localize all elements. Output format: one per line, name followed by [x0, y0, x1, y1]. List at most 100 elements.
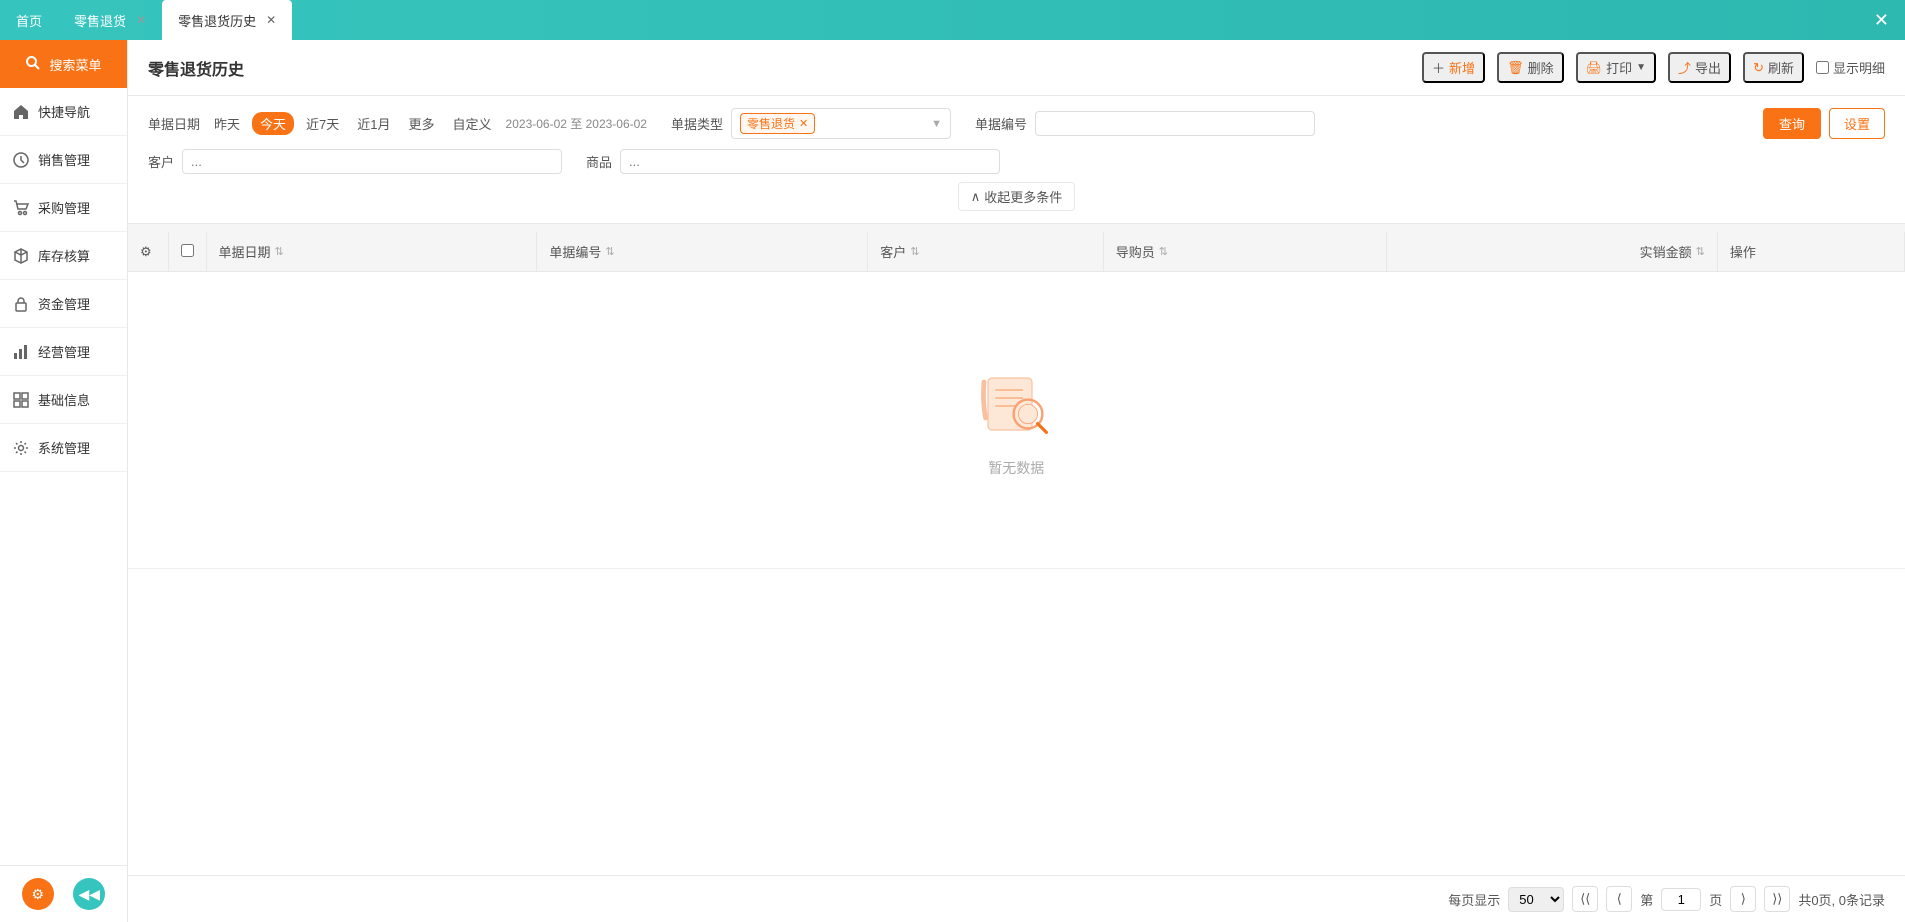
select-all-checkbox[interactable] — [181, 244, 194, 257]
sidebar: 搜索菜单 快捷导航 销售管理 采购管理 库存核算 — [0, 40, 128, 922]
next-page-button[interactable]: ⟩ — [1730, 886, 1756, 912]
date-range-value: 2023-06-02 至 2023-06-02 — [506, 115, 647, 132]
date-filter-options: 昨天 今天 近7天 近1月 更多 自定义 — [208, 112, 498, 135]
show-detail-toggle[interactable]: 显示明细 — [1816, 58, 1885, 77]
sidebar-item-quick-nav[interactable]: 快捷导航 — [0, 88, 127, 136]
filter-row-2: 客户 商品 — [148, 149, 1885, 174]
collapse-container: ∧ 收起更多条件 — [148, 178, 1885, 211]
tab-retail-return-label: 零售退货 — [74, 11, 126, 30]
sidebar-item-finance[interactable]: 资金管理 — [0, 280, 127, 328]
col-header-checkbox — [168, 232, 206, 272]
sort-customer[interactable]: 客户 ⇅ — [880, 242, 1091, 261]
customer-input[interactable] — [182, 149, 562, 174]
print-chevron-icon: ▼ — [1636, 62, 1646, 73]
search-icon — [25, 55, 41, 74]
query-button[interactable]: 查询 — [1763, 108, 1821, 139]
date-opt-today[interactable]: 今天 — [252, 112, 294, 135]
data-table: ⚙ 单据日期 ⇅ 单据编号 — [128, 232, 1905, 569]
col-operation-label: 操作 — [1730, 245, 1756, 260]
doc-number-input[interactable] — [1035, 111, 1315, 136]
sidebar-item-sales-mgmt[interactable]: 销售管理 — [0, 136, 127, 184]
last-page-button[interactable]: ⟩⟩ — [1764, 886, 1790, 912]
doc-type-filter-item: 单据类型 零售退货 ✕ ▼ — [671, 108, 951, 139]
tab-retail-return-history-close[interactable]: ✕ — [266, 13, 276, 27]
refresh-label: 刷新 — [1768, 58, 1794, 77]
sort-guide[interactable]: 导购员 ⇅ — [1116, 242, 1374, 261]
tab-retail-return-history-label: 零售退货历史 — [178, 11, 256, 30]
sidebar-item-system[interactable]: 系统管理 — [0, 424, 127, 472]
export-label: 导出 — [1695, 58, 1721, 77]
page-number-input[interactable] — [1661, 888, 1701, 911]
col-header-settings: ⚙ — [128, 232, 168, 272]
date-opt-yesterday[interactable]: 昨天 — [208, 112, 246, 135]
doc-type-label: 单据类型 — [671, 114, 723, 133]
doc-type-select[interactable]: 零售退货 ✕ ▼ — [731, 108, 951, 139]
refresh-button[interactable]: ↻ 刷新 — [1743, 52, 1804, 83]
page-label: 第 — [1640, 890, 1653, 909]
per-page-select[interactable]: 50 10 20 100 — [1508, 887, 1564, 912]
window-close-button[interactable]: ✕ — [1874, 11, 1889, 29]
doc-type-chevron-icon: ▼ — [931, 118, 942, 130]
new-label: 新增 — [1449, 58, 1475, 77]
sort-doc-date[interactable]: 单据日期 ⇅ — [219, 242, 525, 261]
settings-icon — [12, 439, 30, 457]
sort-amount[interactable]: 实销金额 ⇅ — [1399, 242, 1705, 261]
col-header-doc-date: 单据日期 ⇅ — [206, 232, 537, 272]
col-doc-number-label: 单据编号 — [549, 242, 601, 261]
delete-label: 删除 — [1528, 58, 1554, 77]
sidebar-search-label: 搜索菜单 — [49, 55, 101, 74]
sidebar-item-label: 销售管理 — [38, 150, 90, 169]
audio-button[interactable]: ◀◀ — [73, 878, 105, 910]
bar-icon — [12, 343, 30, 361]
per-page-label: 每页显示 — [1448, 890, 1500, 909]
sidebar-item-inventory[interactable]: 库存核算 — [0, 232, 127, 280]
empty-state: 暂无数据 — [140, 282, 1893, 558]
doc-number-filter-item: 单据编号 — [975, 111, 1315, 136]
delete-button[interactable]: 🗑 删除 — [1497, 52, 1564, 83]
tab-retail-return-history[interactable]: 零售退货历史 ✕ — [162, 0, 292, 40]
col-header-customer: 客户 ⇅ — [868, 232, 1104, 272]
date-opt-1month[interactable]: 近1月 — [351, 112, 396, 135]
sort-doc-number[interactable]: 单据编号 ⇅ — [549, 242, 855, 261]
plus-icon: ＋ — [1432, 58, 1445, 77]
show-detail-checkbox[interactable] — [1816, 61, 1829, 74]
settings-button[interactable]: 设置 — [1829, 108, 1885, 139]
export-button[interactable]: ⤴ 导出 — [1668, 52, 1731, 83]
col-header-guide: 导购员 ⇅ — [1103, 232, 1386, 272]
goods-input[interactable] — [620, 149, 1000, 174]
tab-home[interactable]: 首页 — [0, 0, 58, 40]
tab-retail-return[interactable]: 零售退货 ✕ — [58, 0, 162, 40]
sidebar-item-operations[interactable]: 经营管理 — [0, 328, 127, 376]
doc-number-label: 单据编号 — [975, 114, 1027, 133]
date-opt-more[interactable]: 更多 — [403, 112, 441, 135]
gear-th-icon[interactable]: ⚙ — [140, 244, 152, 259]
grid-icon — [12, 391, 30, 409]
empty-illustration — [976, 362, 1056, 442]
date-opt-7days[interactable]: 近7天 — [300, 112, 345, 135]
sidebar-item-purchase-mgmt[interactable]: 采购管理 — [0, 184, 127, 232]
content-area: 零售退货历史 ＋ 新增 🗑 删除 🖨 打印 ▼ ⤴ 导出 — [128, 40, 1905, 922]
empty-state-cell: 暂无数据 — [128, 272, 1905, 569]
customer-filter-item: 客户 — [148, 149, 562, 174]
page-summary: 共0页, 0条记录 — [1798, 890, 1885, 909]
sidebar-search[interactable]: 搜索菜单 — [0, 40, 127, 88]
table-container: ⚙ 单据日期 ⇅ 单据编号 — [128, 232, 1905, 875]
sidebar-item-label: 采购管理 — [38, 198, 90, 217]
sidebar-item-basic-info[interactable]: 基础信息 — [0, 376, 127, 424]
tab-retail-return-close[interactable]: ✕ — [136, 13, 146, 27]
goods-label: 商品 — [586, 152, 612, 171]
filter-row-1: 单据日期 昨天 今天 近7天 近1月 更多 自定义 2023-06-02 至 2… — [148, 108, 1885, 139]
date-opt-custom[interactable]: 自定义 — [447, 112, 498, 135]
new-button[interactable]: ＋ 新增 — [1422, 52, 1485, 83]
doc-type-chip-close[interactable]: ✕ — [799, 117, 808, 130]
sidebar-item-label: 快捷导航 — [38, 102, 90, 121]
first-page-button[interactable]: ⟨⟨ — [1572, 886, 1598, 912]
chart-icon — [12, 151, 30, 169]
goods-filter-item: 商品 — [586, 149, 1000, 174]
gear-button[interactable]: ⚙ — [22, 878, 54, 910]
sidebar-item-label: 经营管理 — [38, 342, 90, 361]
collapse-button[interactable]: ∧ 收起更多条件 — [958, 182, 1076, 211]
print-button[interactable]: 🖨 打印 ▼ — [1576, 52, 1656, 83]
prev-page-button[interactable]: ⟨ — [1606, 886, 1632, 912]
print-icon: 🖨 — [1586, 60, 1603, 76]
